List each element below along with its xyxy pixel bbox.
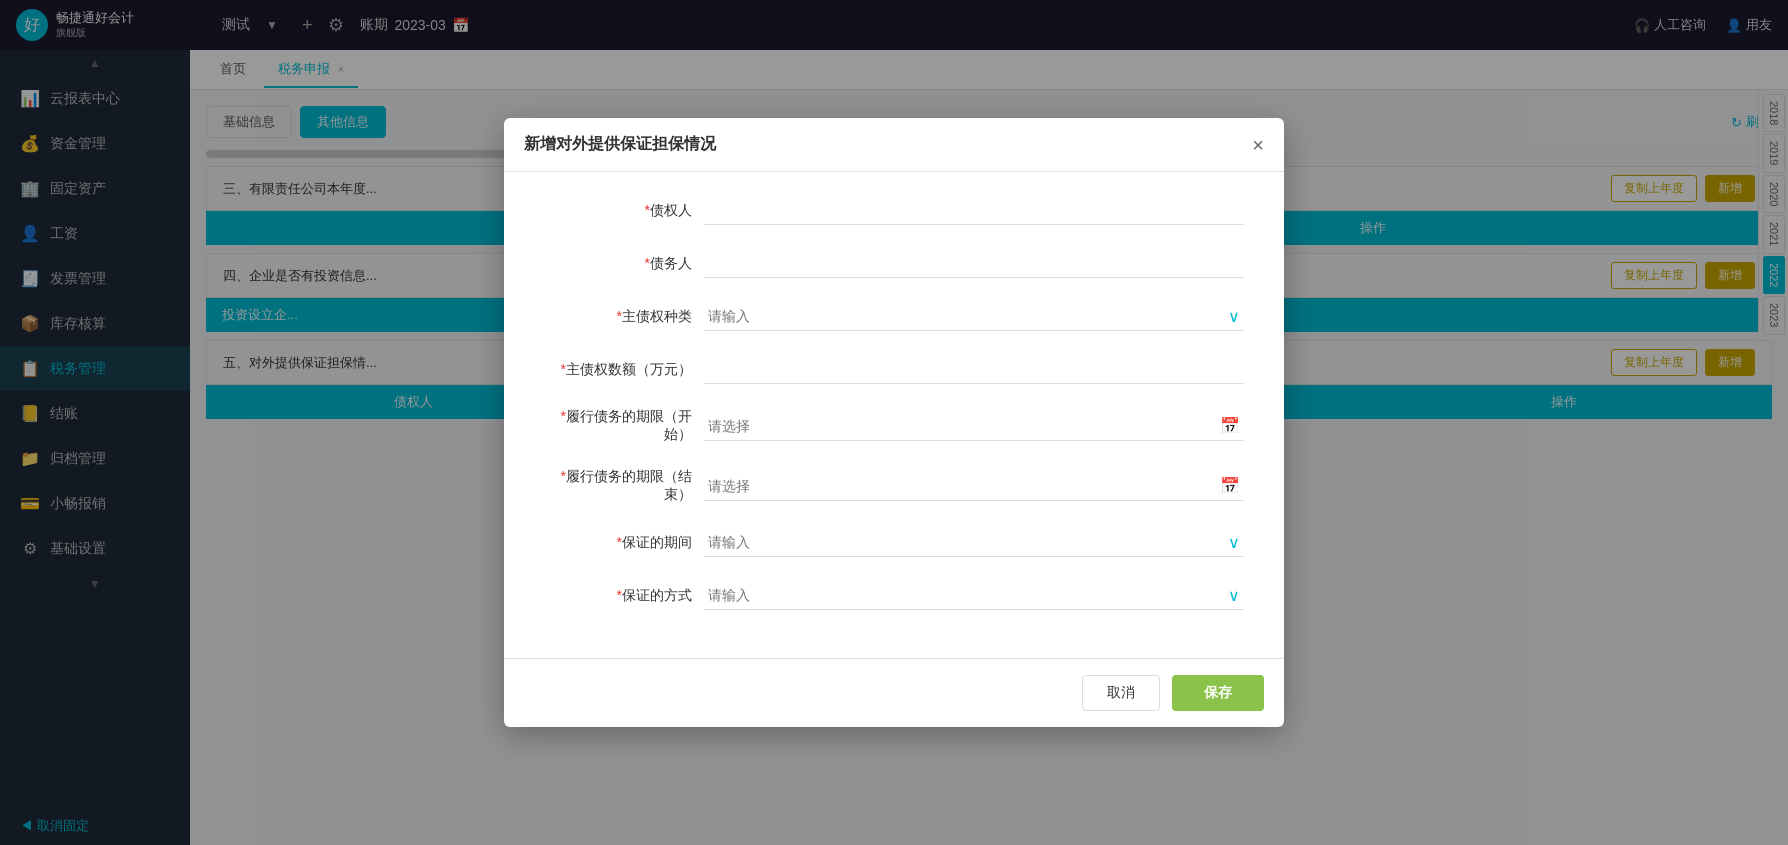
required-mark-3: * [617,308,622,324]
field-debt-amount-input[interactable] [704,355,1244,384]
calendar-icon-1[interactable]: 📅 [1216,416,1244,435]
field-debtor-input[interactable] [704,249,1244,278]
field-debtor-row: *债务人 [544,249,1244,278]
field-guarantee-method-label: *保证的方式 [544,587,704,605]
field-creditor-row: *债权人 [544,196,1244,225]
dialog-title: 新增对外提供保证担保情况 [524,134,716,155]
field-end-date-row: *履行债务的期限（结束） 📅 [544,468,1244,504]
required-mark: * [645,202,650,218]
field-creditor-input[interactable] [704,196,1244,225]
dialog-body: *债权人 *债务人 *主债权种类 ∨ [504,172,1284,658]
field-guarantee-period-input[interactable] [704,528,1224,556]
required-mark-5: * [561,408,566,424]
field-guarantee-period-row: *保证的期间 ∨ [544,528,1244,557]
dialog-close-button[interactable]: × [1252,135,1264,155]
field-guarantee-method-select: ∨ [704,581,1244,610]
field-guarantee-method-row: *保证的方式 ∨ [544,581,1244,610]
field-guarantee-method-input[interactable] [704,581,1224,609]
field-debt-type-label: *主债权种类 [544,308,704,326]
field-guarantee-period-label: *保证的期间 [544,534,704,552]
field-debt-amount-row: *主债权数额（万元） [544,355,1244,384]
field-debtor-label: *债务人 [544,255,704,273]
chevron-down-icon-1[interactable]: ∨ [1224,307,1244,326]
field-debt-type-select: ∨ [704,302,1244,331]
required-mark-4: * [561,361,566,377]
field-debt-amount-label: *主债权数额（万元） [544,361,704,379]
save-button[interactable]: 保存 [1172,675,1264,711]
calendar-icon-2[interactable]: 📅 [1216,476,1244,495]
field-end-date-picker: 📅 [704,472,1244,501]
cancel-button[interactable]: 取消 [1082,675,1160,711]
field-start-date-label: *履行债务的期限（开始） [544,408,704,444]
required-mark-6: * [561,468,566,484]
field-guarantee-period-select: ∨ [704,528,1244,557]
field-start-date-picker: 📅 [704,412,1244,441]
field-creditor-label: *债权人 [544,202,704,220]
field-debt-type-input[interactable] [704,302,1224,330]
field-start-date-row: *履行债务的期限（开始） 📅 [544,408,1244,444]
required-mark-7: * [617,534,622,550]
required-mark-8: * [617,587,622,603]
field-start-date-input[interactable] [704,412,1216,440]
field-debt-type-row: *主债权种类 ∨ [544,302,1244,331]
dialog-footer: 取消 保存 [504,658,1284,727]
chevron-down-icon-3[interactable]: ∨ [1224,586,1244,605]
chevron-down-icon-2[interactable]: ∨ [1224,533,1244,552]
required-mark-2: * [645,255,650,271]
dialog: 新增对外提供保证担保情况 × *债权人 *债务人 *主债权种类 [504,118,1284,727]
field-end-date-label: *履行债务的期限（结束） [544,468,704,504]
dialog-overlay: 新增对外提供保证担保情况 × *债权人 *债务人 *主债权种类 [0,0,1788,845]
dialog-header: 新增对外提供保证担保情况 × [504,118,1284,172]
field-end-date-input[interactable] [704,472,1216,500]
